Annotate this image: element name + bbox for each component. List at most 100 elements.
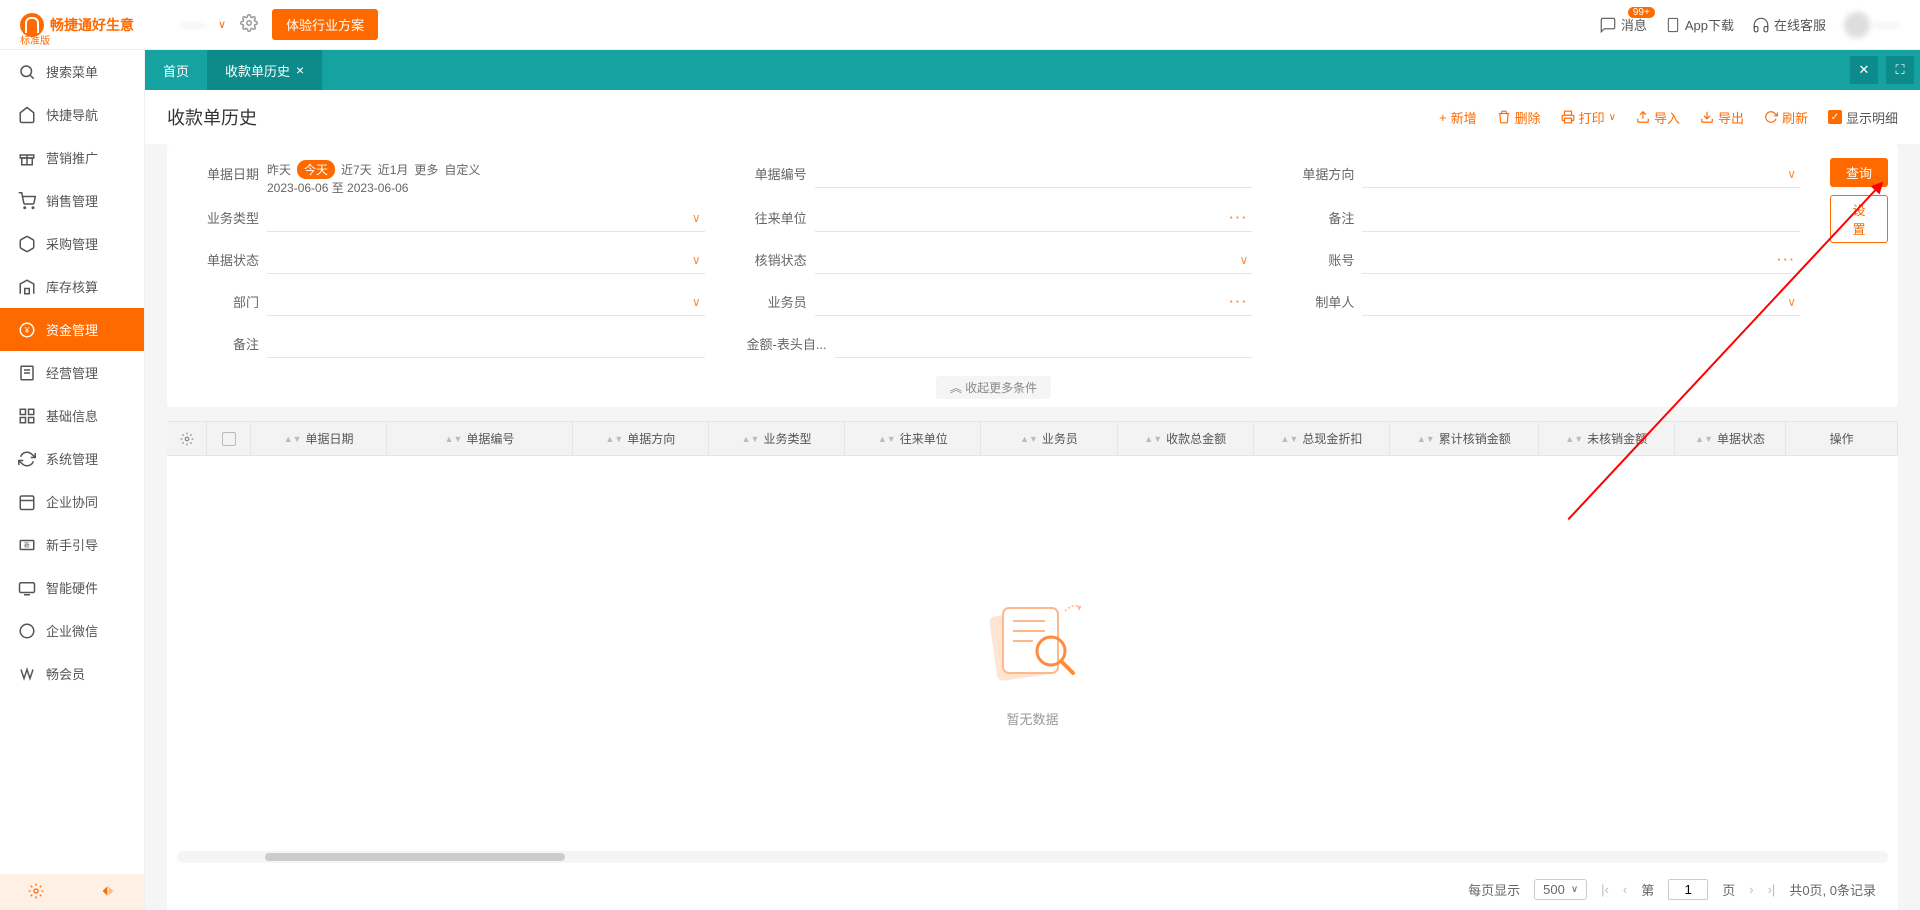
page-input[interactable] [1668, 879, 1708, 900]
customer-service-link[interactable]: 在线客服 [1752, 15, 1826, 34]
per-page-select[interactable]: 500 ∨ [1534, 879, 1587, 900]
fullscreen-icon[interactable]: ⛶ [1886, 56, 1914, 84]
trial-plan-button[interactable]: 体验行业方案 [272, 9, 378, 40]
collapse-filters-button[interactable]: ︽ 收起更多条件 [936, 376, 1051, 399]
filter-dept-select[interactable]: ∨ [267, 288, 705, 316]
filter-remark-input[interactable] [1362, 204, 1800, 232]
date-today[interactable]: 今天 [297, 160, 335, 179]
sidebar-item-quicknav[interactable]: 快捷导航 [0, 93, 144, 136]
sidebar-item-operation[interactable]: 经营管理 [0, 351, 144, 394]
prev-page-button[interactable]: ‹ [1623, 882, 1627, 897]
home-icon [18, 106, 36, 124]
sidebar-item-label: 企业微信 [46, 621, 98, 640]
empty-state: 暂无数据 [167, 456, 1898, 845]
user-avatar[interactable]: —— [1844, 12, 1900, 38]
th-discount[interactable]: ▲▼总现金折扣 [1254, 422, 1390, 455]
date-custom[interactable]: 自定义 [444, 161, 480, 178]
filter-docstatus-select[interactable]: ∨ [267, 246, 705, 274]
th-verified[interactable]: ▲▼累计核销金额 [1390, 422, 1539, 455]
import-button[interactable]: 导入 [1636, 108, 1680, 127]
scrollbar-thumb[interactable] [265, 853, 565, 861]
page-label-post: 页 [1722, 880, 1735, 899]
sidebar-item-guide[interactable]: 新 新手引导 [0, 523, 144, 566]
horizontal-scrollbar[interactable] [177, 851, 1888, 863]
filter-account-select[interactable]: ··· [1362, 246, 1800, 274]
sidebar-item-funds[interactable]: ¥ 资金管理 [0, 308, 144, 351]
th-clerk[interactable]: ▲▼业务员 [981, 422, 1117, 455]
filter-partner-select[interactable]: ··· [815, 204, 1253, 232]
sidebar-item-vip[interactable]: 畅会员 [0, 652, 144, 695]
messages-link[interactable]: 消息 99+ [1599, 15, 1647, 34]
th-amount[interactable]: ▲▼收款总金额 [1118, 422, 1254, 455]
sidebar-item-system[interactable]: 系统管理 [0, 437, 144, 480]
tenant-caret-icon[interactable]: ∨ [218, 18, 226, 31]
refresh-button[interactable]: 刷新 [1764, 108, 1808, 127]
filter-verifystatus-select[interactable]: ∨ [815, 246, 1253, 274]
date-more[interactable]: 更多 [414, 161, 438, 178]
add-button[interactable]: +新增 [1439, 108, 1477, 127]
sidebar-item-hardware[interactable]: 智能硬件 [0, 566, 144, 609]
last-page-button[interactable]: ›| [1768, 882, 1776, 897]
close-icon[interactable]: × [296, 62, 304, 78]
calendar-icon [18, 493, 36, 511]
sidebar-item-collab[interactable]: 企业协同 [0, 480, 144, 523]
sort-icon: ▲▼ [878, 436, 896, 442]
brand-logo: 畅捷通好生意 标准版 [20, 13, 150, 37]
grid-icon [18, 407, 36, 425]
tab-home[interactable]: 首页 [145, 50, 207, 90]
sidebar-item-purchase[interactable]: 采购管理 [0, 222, 144, 265]
sidebar-item-basicinfo[interactable]: 基础信息 [0, 394, 144, 437]
chevron-down-icon: ∨ [692, 295, 701, 309]
export-button[interactable]: 导出 [1700, 108, 1744, 127]
filter-creator-select[interactable]: ∨ [1362, 288, 1800, 316]
first-page-button[interactable]: |‹ [1601, 882, 1609, 897]
brand-text: 畅捷通好生意 [50, 15, 134, 35]
th-biztype[interactable]: ▲▼业务类型 [709, 422, 845, 455]
filter-biztype-select[interactable]: ∨ [267, 204, 705, 232]
sidebar-item-label: 企业协同 [46, 492, 98, 511]
filter-label-date: 单据日期 [187, 160, 267, 183]
filter-clerk-select[interactable]: ··· [815, 288, 1253, 316]
sort-icon: ▲▼ [1417, 436, 1435, 442]
date-7d[interactable]: 近7天 [341, 161, 372, 178]
cs-label: 在线客服 [1774, 15, 1826, 34]
sidebar-item-search[interactable]: 搜索菜单 [0, 50, 144, 93]
th-date[interactable]: ▲▼单据日期 [251, 422, 387, 455]
sidebar-item-label: 系统管理 [46, 449, 98, 468]
sidebar-item-wecom[interactable]: 企业微信 [0, 609, 144, 652]
gear-icon[interactable] [240, 14, 258, 35]
date-yesterday[interactable]: 昨天 [267, 161, 291, 178]
filter-label-biztype: 业务类型 [187, 204, 267, 227]
sidebar-collapse-icon[interactable] [100, 883, 116, 902]
sidebar-item-sales[interactable]: 销售管理 [0, 179, 144, 222]
filter-docdir-select[interactable]: ∨ [1362, 160, 1800, 188]
next-page-button[interactable]: › [1749, 882, 1753, 897]
date-1m[interactable]: 近1月 [378, 161, 409, 178]
filter-label-docdir: 单据方向 [1282, 160, 1362, 183]
tab-receipt-history[interactable]: 收款单历史 × [207, 50, 322, 90]
select-all-checkbox[interactable] [207, 422, 251, 455]
tab-close-all-icon[interactable]: ✕ [1850, 56, 1878, 84]
sidebar-item-inventory[interactable]: 库存核算 [0, 265, 144, 308]
th-docno[interactable]: ▲▼单据编号 [387, 422, 573, 455]
filter-amount-input[interactable] [835, 330, 1253, 358]
show-detail-toggle[interactable]: ✓ 显示明细 [1828, 108, 1898, 127]
filter-docno-input[interactable] [815, 160, 1253, 188]
tenant-name[interactable]: —— [180, 17, 206, 32]
svg-text:¥: ¥ [24, 326, 30, 335]
sort-icon: ▲▼ [1020, 436, 1038, 442]
delete-button[interactable]: 删除 [1497, 108, 1541, 127]
sidebar-item-marketing[interactable]: 营销推广 [0, 136, 144, 179]
th-status[interactable]: ▲▼单据状态 [1675, 422, 1787, 455]
sidebar-item-label: 快捷导航 [46, 105, 98, 124]
th-docdir[interactable]: ▲▼单据方向 [573, 422, 709, 455]
filter-remark2-input[interactable] [267, 330, 705, 358]
table-settings-icon[interactable] [167, 422, 207, 455]
filter-label-account: 账号 [1282, 246, 1362, 269]
tv-icon [18, 579, 36, 597]
filter-settings-button[interactable]: 设置 [1830, 195, 1888, 243]
print-button[interactable]: 打印 ∨ [1561, 108, 1616, 127]
sidebar-settings-icon[interactable] [28, 883, 44, 902]
app-download-link[interactable]: App下载 [1665, 15, 1734, 34]
th-partner[interactable]: ▲▼往来单位 [845, 422, 981, 455]
